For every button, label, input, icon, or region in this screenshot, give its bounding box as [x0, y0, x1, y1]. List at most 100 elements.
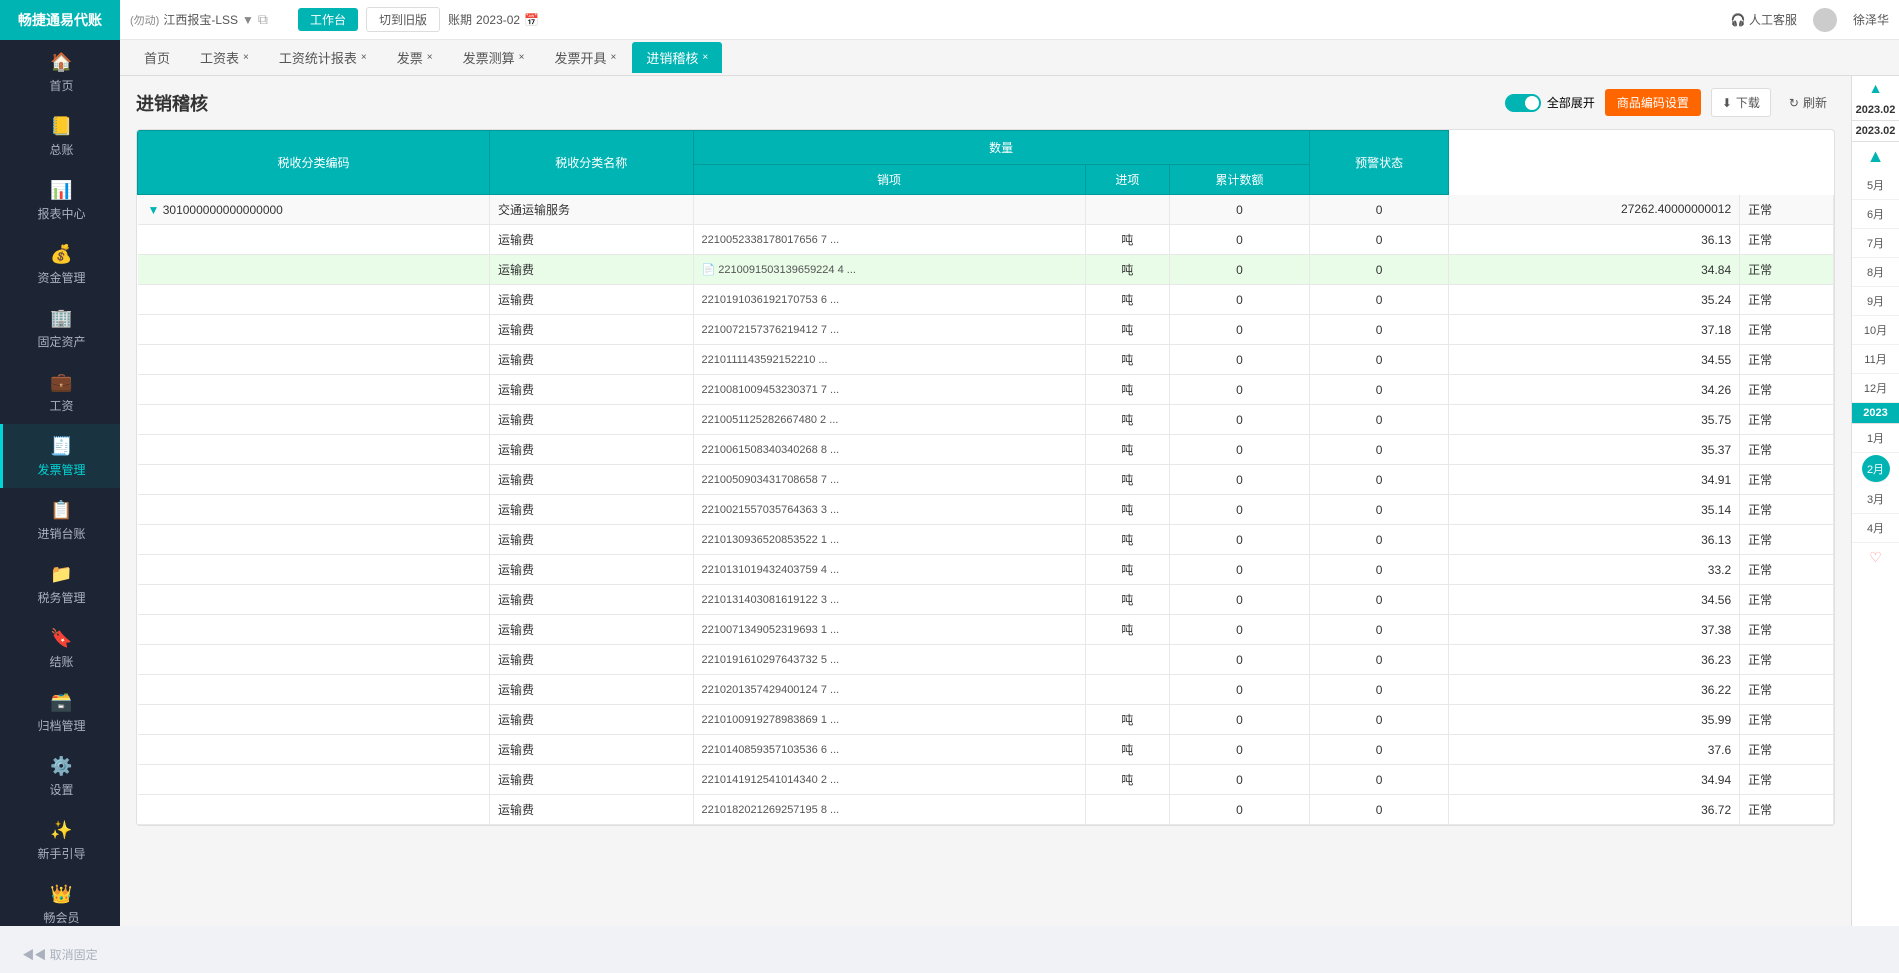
tab-invoice-open[interactable]: 发票开具 ×: [540, 42, 630, 73]
invoice-code-cell: 2210100919278983869 1 ...: [693, 705, 1085, 735]
download-button[interactable]: ⬇ 下载: [1711, 88, 1771, 117]
status-cell: 正常: [1740, 225, 1834, 255]
table-row[interactable]: 运输费 2210072157376219412 7 ... 吨 0 0 37.1…: [138, 315, 1834, 345]
col-header-status: 预警状态: [1309, 131, 1449, 195]
tab-close-invoice-open[interactable]: ×: [610, 52, 616, 63]
invoice-code-cell: 2210071349052319693 1 ...: [693, 615, 1085, 645]
qty-sales-cell: 0: [1170, 525, 1310, 555]
table-row[interactable]: 运输费 2210111143592152210 ... 吨 0 0 34.55 …: [138, 345, 1834, 375]
qty-total-cell: 34.55: [1449, 345, 1740, 375]
table-row[interactable]: 运输费 2210182021269257195 8 ... 0 0 36.72 …: [138, 795, 1834, 825]
company-selector[interactable]: (勿动) 江西报宝-LSS ▼ ⧉: [130, 11, 290, 28]
month-6[interactable]: 6月: [1852, 200, 1899, 229]
calendar-icon[interactable]: 📅: [524, 13, 539, 27]
table-row[interactable]: 运输费 2210131019432403759 4 ... 吨 0 0 33.2…: [138, 555, 1834, 585]
tab-close-invoice[interactable]: ×: [427, 52, 433, 63]
month-2-active[interactable]: 2月: [1862, 455, 1890, 483]
table-row[interactable]: 运输费 2210130936520853522 1 ... 吨 0 0 36.1…: [138, 525, 1834, 555]
nav-up-button[interactable]: ▲: [1852, 76, 1899, 100]
year-label-top2: 2023.02: [1852, 121, 1899, 142]
month-11[interactable]: 11月: [1852, 345, 1899, 374]
table-row[interactable]: 运输费 2210201357429400124 7 ... 0 0 36.22 …: [138, 675, 1834, 705]
tab-invoice-calc[interactable]: 发票测算 ×: [449, 42, 539, 73]
table-row[interactable]: 运输费 2210191036192170753 6 ... 吨 0 0 35.2…: [138, 285, 1834, 315]
sidebar-item-settings[interactable]: ⚙️ 设置: [0, 744, 120, 808]
table-row[interactable]: 运输费 2210100919278983869 1 ... 吨 0 0 35.9…: [138, 705, 1834, 735]
table-row[interactable]: 运输费 2210071349052319693 1 ... 吨 0 0 37.3…: [138, 615, 1834, 645]
month-4[interactable]: 4月: [1852, 514, 1899, 543]
period-selector[interactable]: 账期 2023-02 📅: [448, 11, 539, 28]
sidebar-item-report[interactable]: 📊 报表中心: [0, 168, 120, 232]
product-code-setting-button[interactable]: 商品编码设置: [1605, 89, 1701, 116]
month-9[interactable]: 9月: [1852, 287, 1899, 316]
workbench-button[interactable]: 工作台: [298, 8, 358, 31]
period-value: 2023-02: [476, 13, 520, 27]
table-row[interactable]: 运输费 2210050903431708658 7 ... 吨 0 0 34.9…: [138, 465, 1834, 495]
table-row[interactable]: 运输费 2210021557035764363 3 ... 吨 0 0 35.1…: [138, 495, 1834, 525]
invoice-code-cell: 2210140859357103536 6 ...: [693, 735, 1085, 765]
support-button[interactable]: 🎧 人工客服: [1731, 11, 1797, 28]
sidebar-item-archive[interactable]: 🗃️ 归档管理: [0, 680, 120, 744]
copy-icon[interactable]: ⧉: [258, 11, 268, 28]
month-12[interactable]: 12月: [1852, 374, 1899, 403]
tab-close-salary-report[interactable]: ×: [361, 52, 367, 63]
table-row[interactable]: 运输费 2210140859357103536 6 ... 吨 0 0 37.6…: [138, 735, 1834, 765]
sidebar-item-salary[interactable]: 💼 工资: [0, 360, 120, 424]
tab-close-salary-table[interactable]: ×: [243, 52, 249, 63]
table-row[interactable]: 运输费 2210052338178017656 7 ... 吨 0 0 36.1…: [138, 225, 1834, 255]
table-row[interactable]: ▼ 301000000000000000 交通运输服务 0 0 27262.40…: [138, 195, 1834, 225]
month-5[interactable]: 5月: [1852, 171, 1899, 200]
month-8[interactable]: 8月: [1852, 258, 1899, 287]
month-1[interactable]: 1月: [1852, 424, 1899, 453]
main-area: (勿动) 江西报宝-LSS ▼ ⧉ 工作台 切到旧版 账期 2023-02 📅 …: [120, 0, 1899, 926]
sidebar-item-member[interactable]: 👑 畅会员: [0, 872, 120, 936]
table-row[interactable]: 运输费 2210051125282667480 2 ... 吨 0 0 35.7…: [138, 405, 1834, 435]
month-7[interactable]: 7月: [1852, 229, 1899, 258]
sidebar-item-tax[interactable]: 📁 税务管理: [0, 552, 120, 616]
qty-purchase-cell: 0: [1309, 315, 1449, 345]
unpin-button[interactable]: ◀◀ 取消固定: [0, 936, 120, 973]
tax-code-cell: [138, 345, 490, 375]
sidebar-item-guide[interactable]: ✨ 新手引导: [0, 808, 120, 872]
sidebar-item-inout[interactable]: 📋 进销台账: [0, 488, 120, 552]
tab-close-inout-verify[interactable]: ×: [702, 52, 708, 63]
tax-name-cell: 运输费: [489, 705, 693, 735]
switch-button[interactable]: 切到旧版: [366, 7, 440, 32]
sidebar-item-label: 归档管理: [37, 717, 85, 734]
table-row[interactable]: 运输费 📄 2210091503139659224 4 ... 吨 0 0 34…: [138, 255, 1834, 285]
table-row[interactable]: 运输费 2210131403081619122 3 ... 吨 0 0 34.5…: [138, 585, 1834, 615]
tax-name-cell: 运输费: [489, 555, 693, 585]
table-row[interactable]: 运输费 2210141912541014340 2 ... 吨 0 0 34.9…: [138, 765, 1834, 795]
qty-sales-cell: 0: [1170, 285, 1310, 315]
sidebar-item-label: 设置: [49, 781, 73, 798]
month-3[interactable]: 3月: [1852, 485, 1899, 514]
scroll-up-icon[interactable]: ▲: [1852, 142, 1899, 171]
expand-toggle[interactable]: [1505, 94, 1541, 112]
tab-close-invoice-calc[interactable]: ×: [519, 52, 525, 63]
table-row[interactable]: 运输费 2210191610297643732 5 ... 0 0 36.23 …: [138, 645, 1834, 675]
sidebar-item-asset[interactable]: 🏢 固定资产: [0, 296, 120, 360]
table-row[interactable]: 运输费 2210081009453230371 7 ... 吨 0 0 34.2…: [138, 375, 1834, 405]
member-icon: 👑: [50, 884, 72, 905]
tab-home[interactable]: 首页: [130, 42, 184, 73]
tab-salary-report[interactable]: 工资统计报表 ×: [265, 42, 381, 73]
tag-cell: 吨: [1085, 765, 1170, 795]
sidebar-item-invoice[interactable]: 🧾 发票管理: [0, 424, 120, 488]
table-row[interactable]: 运输费 2210061508340340268 8 ... 吨 0 0 35.3…: [138, 435, 1834, 465]
sidebar-item-settle[interactable]: 🔖 结账: [0, 616, 120, 680]
topbar-right: 🎧 人工客服 徐泽华: [1731, 8, 1889, 32]
sidebar-item-home[interactable]: 🏠 首页: [0, 40, 120, 104]
refresh-button[interactable]: ↻ 刷新: [1781, 89, 1835, 116]
sidebar-item-ledger[interactable]: 📒 总账: [0, 104, 120, 168]
tax-code-cell: [138, 405, 490, 435]
sidebar-item-label: 进销台账: [37, 525, 85, 542]
app-logo: 畅捷通易代账: [0, 0, 120, 40]
qty-sales-cell: 0: [1170, 795, 1310, 825]
qty-total-cell: 34.84: [1449, 255, 1740, 285]
sidebar-item-fund[interactable]: 💰 资金管理: [0, 232, 120, 296]
company-dropdown-icon[interactable]: ▼: [242, 13, 254, 27]
tab-salary-table[interactable]: 工资表 ×: [186, 42, 263, 73]
month-10[interactable]: 10月: [1852, 316, 1899, 345]
tab-invoice[interactable]: 发票 ×: [383, 42, 447, 73]
tab-inout-verify[interactable]: 进销稽核 ×: [632, 42, 722, 73]
